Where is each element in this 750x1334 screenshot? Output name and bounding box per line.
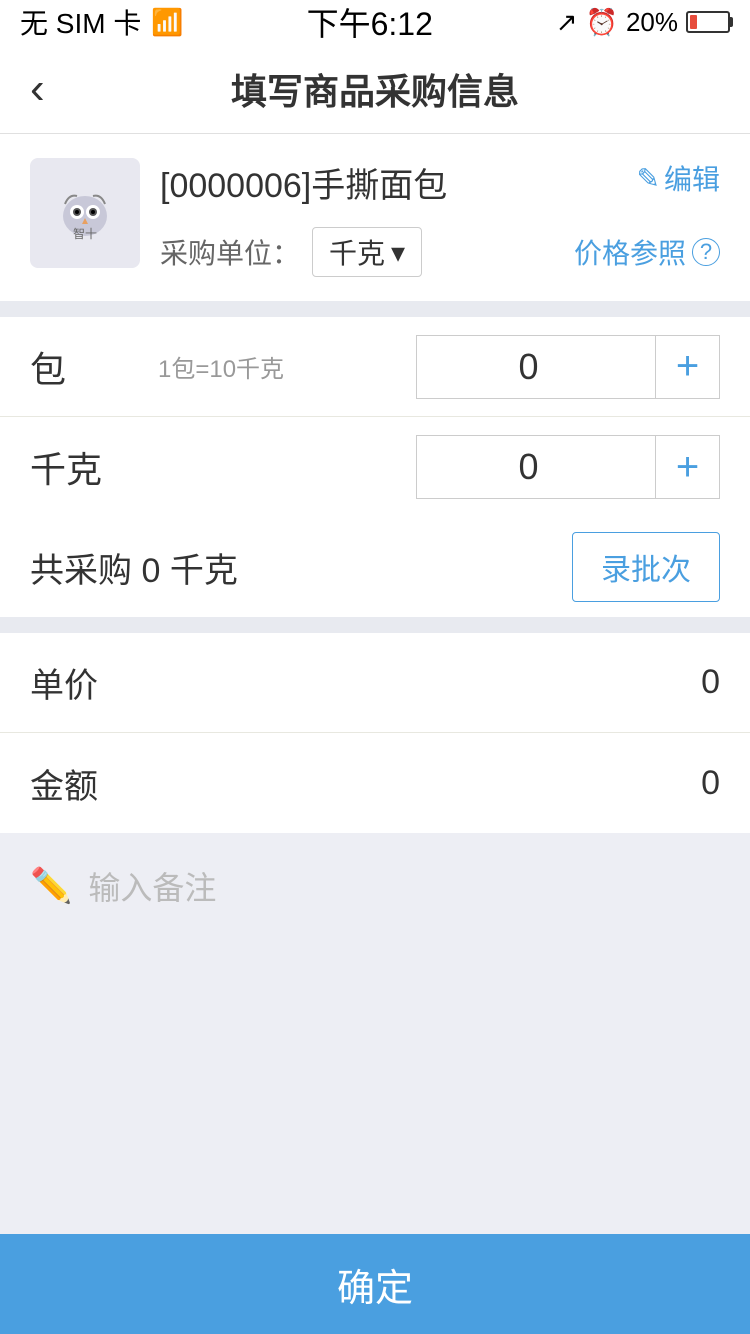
battery-indicator	[686, 11, 730, 33]
amount-row: 金额 0	[0, 733, 750, 833]
alarm-icon: ⏰	[586, 7, 618, 38]
section-divider-2	[0, 617, 750, 633]
page-title: 填写商品采购信息	[231, 63, 519, 115]
kg-quantity-input[interactable]	[416, 435, 656, 499]
product-header: [0000006]手撕面包 ✎ 编辑	[160, 158, 720, 207]
wifi-icon: 📶	[151, 7, 183, 38]
nav-bar: ‹ 填写商品采购信息	[0, 44, 750, 134]
product-name: [0000006]手撕面包	[160, 158, 447, 207]
svg-text:智十: 智十	[73, 226, 97, 241]
status-bar-time: 下午6:12	[307, 0, 433, 45]
location-icon: ↗	[556, 7, 578, 38]
owl-logo-svg: 智十	[55, 186, 115, 241]
kg-plus-button[interactable]: +	[656, 435, 720, 499]
product-image: 智十	[30, 158, 140, 268]
price-ref-button[interactable]: 价格参照 ?	[574, 232, 720, 272]
pack-input-row: 包 1包=10千克 +	[0, 317, 750, 417]
section-divider-1	[0, 301, 750, 317]
pack-sub-label: 1包=10千克	[158, 349, 284, 384]
confirm-button[interactable]: 确定	[0, 1234, 750, 1334]
kg-input-row: 千克 +	[0, 417, 750, 517]
pack-plus-button[interactable]: +	[656, 335, 720, 399]
help-icon: ?	[692, 238, 720, 266]
chevron-down-icon: ▾	[391, 236, 405, 269]
pricing-section: 单价 0 金额 0	[0, 633, 750, 833]
product-unit-row: 采购单位： 千克 ▾ 价格参照 ?	[160, 227, 720, 277]
back-button[interactable]: ‹	[30, 67, 45, 111]
status-bar: 无 SIM 卡 📶 下午6:12 ↗ ⏰ 20%	[0, 0, 750, 44]
summary-section: 共采购 0 千克 录批次	[0, 517, 750, 617]
status-bar-left: 无 SIM 卡 📶	[20, 2, 184, 42]
edit-icon: ✎	[637, 162, 660, 195]
note-placeholder: 输入备注	[88, 863, 216, 909]
unit-price-value: 0	[701, 663, 720, 702]
product-card: 智十 [0000006]手撕面包 ✎ 编辑 采购单位： 千克 ▾ 价格参照 ?	[0, 134, 750, 301]
kg-label: 千克	[30, 441, 150, 493]
carrier-label: 无 SIM 卡	[20, 2, 141, 42]
pencil-icon: ✏️	[30, 866, 72, 906]
kg-input-right: +	[416, 435, 720, 499]
status-bar-right: ↗ ⏰ 20%	[556, 7, 730, 38]
unit-price-row: 单价 0	[0, 633, 750, 733]
summary-text: 共采购 0 千克	[30, 543, 238, 592]
pack-input-right: +	[416, 335, 720, 399]
edit-button[interactable]: ✎ 编辑	[637, 158, 720, 198]
pack-quantity-input[interactable]	[416, 335, 656, 399]
amount-value: 0	[701, 764, 720, 803]
unit-select[interactable]: 千克 ▾	[312, 227, 422, 277]
pack-label: 包	[30, 341, 150, 393]
product-logo: 智十	[50, 183, 120, 243]
note-section[interactable]: ✏️ 输入备注	[0, 833, 750, 939]
quantity-input-section: 包 1包=10千克 + 千克 +	[0, 317, 750, 517]
amount-label: 金额	[30, 759, 98, 808]
unit-price-label: 单价	[30, 658, 98, 707]
empty-area	[0, 939, 750, 1279]
product-info: [0000006]手撕面包 ✎ 编辑 采购单位： 千克 ▾ 价格参照 ?	[160, 158, 720, 277]
batch-record-button[interactable]: 录批次	[572, 532, 720, 602]
battery-percent: 20%	[626, 7, 678, 38]
unit-label: 采购单位：	[160, 232, 300, 272]
